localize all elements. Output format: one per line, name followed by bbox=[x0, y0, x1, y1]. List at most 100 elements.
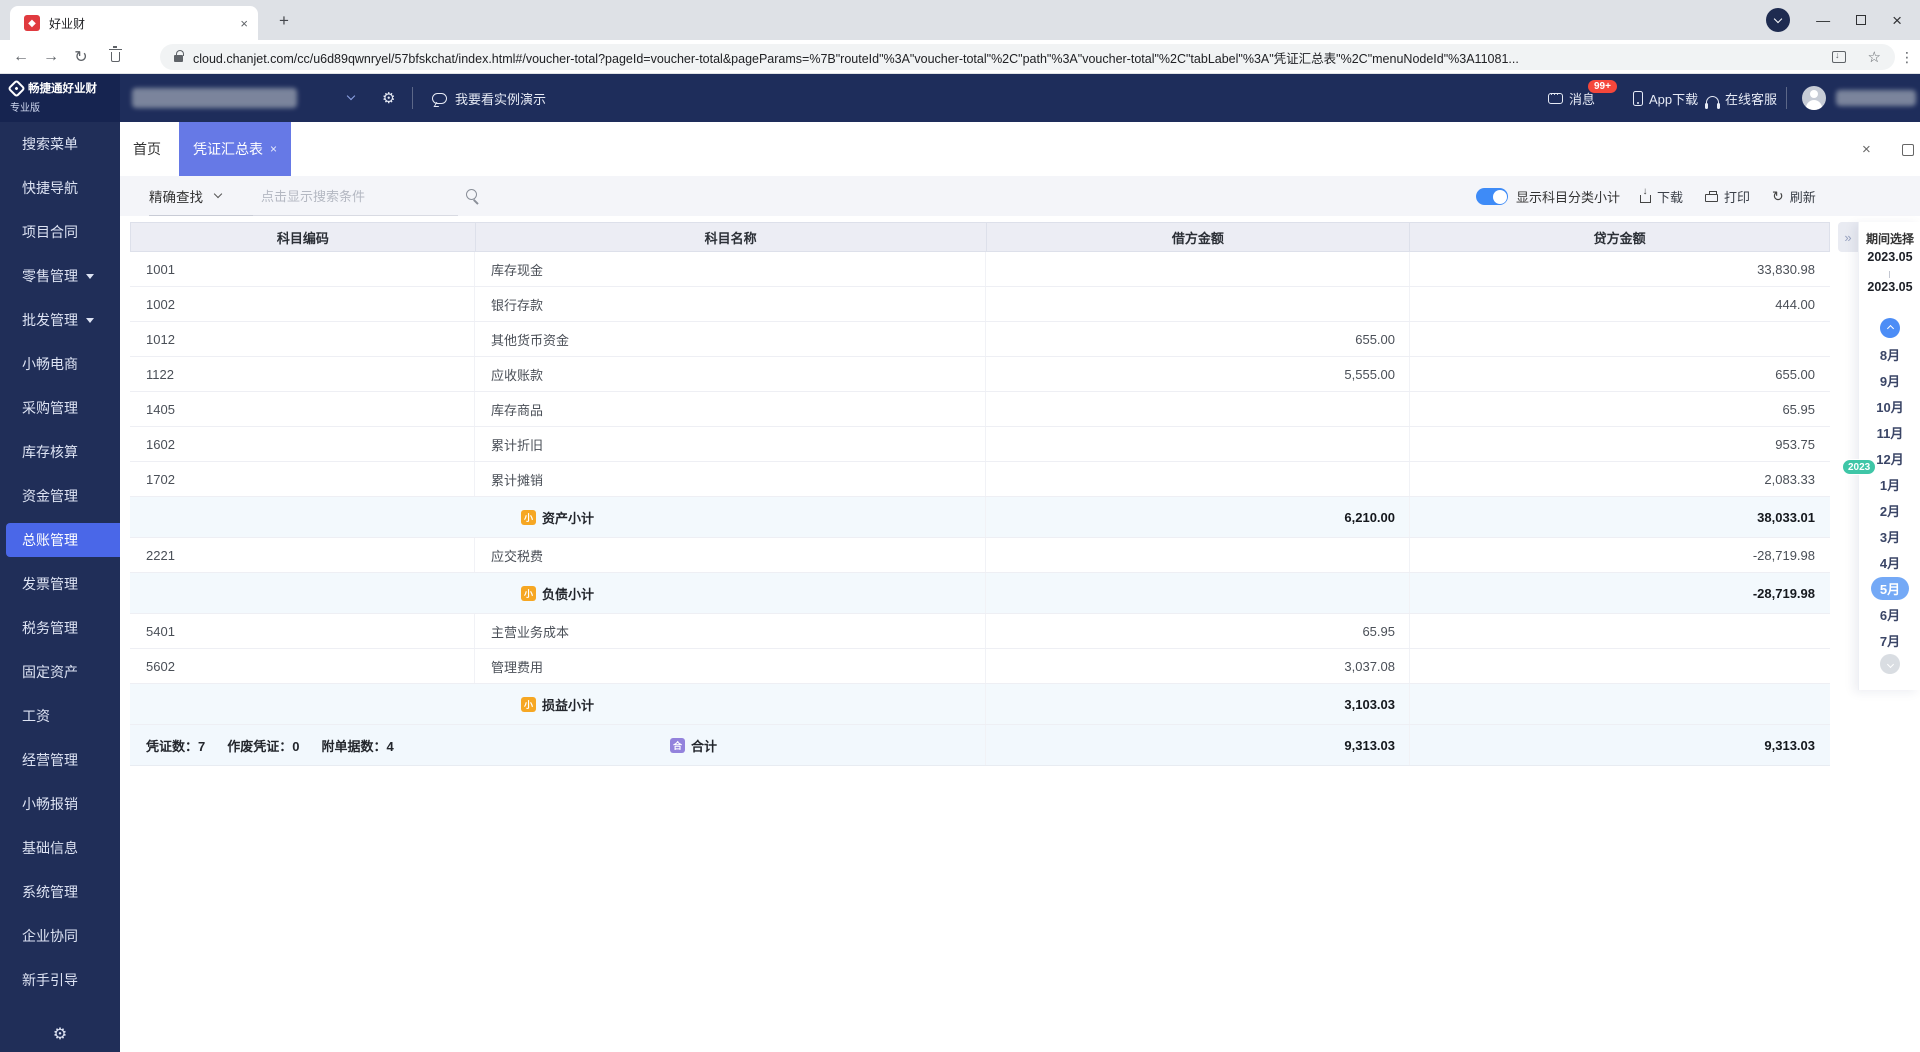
column-header: 科目名称 bbox=[476, 223, 987, 251]
url-bar[interactable]: cloud.chanjet.com/cc/u6d89qwnryel/57bfsk… bbox=[160, 44, 1895, 70]
site-favicon-icon: ◆ bbox=[24, 15, 40, 31]
sidebar-item-基础信息[interactable]: 基础信息 bbox=[0, 826, 120, 870]
settings-gear-icon[interactable]: ⚙ bbox=[382, 89, 395, 107]
sidebar-item-label: 新手引导 bbox=[22, 972, 78, 988]
forward-button[interactable]: → bbox=[38, 40, 64, 74]
amount-cell bbox=[986, 252, 1410, 286]
message-icon bbox=[1548, 89, 1563, 104]
url-text[interactable]: cloud.chanjet.com/cc/u6d89qwnryel/57bfsk… bbox=[193, 48, 1832, 67]
month-item-10月[interactable]: 10月 bbox=[1859, 393, 1920, 419]
new-tab-button[interactable]: + bbox=[272, 9, 296, 33]
user-name-redacted[interactable] bbox=[1836, 90, 1916, 106]
online-support-button[interactable]: 在线客服 bbox=[1705, 74, 1777, 122]
show-subtotal-toggle[interactable] bbox=[1476, 188, 1508, 205]
download-button[interactable]: 下载 bbox=[1640, 176, 1683, 216]
window-minimize-button[interactable]: — bbox=[1816, 13, 1830, 27]
month-label: 1月 bbox=[1879, 477, 1901, 493]
period-to[interactable]: 2023.05 bbox=[1859, 280, 1920, 294]
sidebar-item-经营管理[interactable]: 经营管理 bbox=[0, 738, 120, 782]
search-mode-dropdown[interactable]: 精确查找 bbox=[149, 176, 265, 216]
account-code-cell: 1002 bbox=[130, 287, 475, 321]
sidebar-item-总账管理[interactable]: 总账管理 bbox=[0, 518, 120, 562]
sidebar-item-固定资产[interactable]: 固定资产 bbox=[0, 650, 120, 694]
sidebar-item-项目合同[interactable]: 项目合同 bbox=[0, 210, 120, 254]
close-all-tabs-icon[interactable]: × bbox=[1862, 142, 1871, 157]
browser-profile-icon[interactable] bbox=[1766, 8, 1791, 32]
app-download-button[interactable]: App下载 bbox=[1633, 74, 1698, 122]
month-item-9月[interactable]: 9月 bbox=[1859, 367, 1920, 393]
sidebar-item-库存核算[interactable]: 库存核算 bbox=[0, 430, 120, 474]
browser-menu-icon[interactable]: ⋮ bbox=[1900, 40, 1914, 74]
install-app-icon[interactable] bbox=[1831, 50, 1846, 63]
reload-button[interactable]: ↻ bbox=[68, 40, 94, 74]
sidebar-item-工资[interactable]: 工资 bbox=[0, 694, 120, 738]
browser-tab[interactable]: ◆ 好业财 × bbox=[10, 6, 258, 40]
sidebar-item-小畅报销[interactable]: 小畅报销 bbox=[0, 782, 120, 826]
sidebar-item-资金管理[interactable]: 资金管理 bbox=[0, 474, 120, 518]
account-name-cell: 库存现金 bbox=[475, 252, 986, 286]
table-row: 2221 应交税费 -28,719.98 bbox=[130, 538, 1830, 573]
window-close-button[interactable]: × bbox=[1892, 12, 1902, 29]
scroll-up-button[interactable] bbox=[1880, 318, 1900, 338]
month-item-8月[interactable]: 8月 bbox=[1859, 341, 1920, 367]
month-label: 7月 bbox=[1879, 633, 1901, 649]
sidebar-item-税务管理[interactable]: 税务管理 bbox=[0, 606, 120, 650]
sidebar-gear-icon[interactable]: ⚙ bbox=[0, 1024, 120, 1044]
tab-close-icon[interactable]: × bbox=[270, 142, 277, 156]
amount-cell: 65.95 bbox=[1782, 401, 1815, 417]
demo-link[interactable]: 我要看实例演示 bbox=[432, 74, 546, 122]
amount-cell: -28,719.98 bbox=[1752, 547, 1815, 563]
table-footer-row: 凭证数：7 作废凭证：0 附单据数：4 合合计 9,313.03 9,313.03 bbox=[130, 725, 1830, 766]
refresh-button[interactable]: ↻ 刷新 bbox=[1772, 176, 1816, 216]
sidebar-item-小畅电商[interactable]: 小畅电商 bbox=[0, 342, 120, 386]
print-button[interactable]: 打印 bbox=[1705, 176, 1750, 216]
sidebar-item-零售管理[interactable]: 零售管理 bbox=[0, 254, 120, 298]
search-conditions-input[interactable]: 点击显示搜索条件 bbox=[253, 176, 458, 216]
search-icon[interactable] bbox=[466, 189, 477, 200]
sidebar-item-系统管理[interactable]: 系统管理 bbox=[0, 870, 120, 914]
sidebar-item-采购管理[interactable]: 采购管理 bbox=[0, 386, 120, 430]
trash-extension-icon[interactable] bbox=[102, 40, 128, 74]
amount-cell: 953.75 bbox=[1775, 436, 1815, 452]
tab-voucher-summary[interactable]: 凭证汇总表 × bbox=[179, 122, 291, 176]
sidebar-item-发票管理[interactable]: 发票管理 bbox=[0, 562, 120, 606]
subtotal-row: 小资产小计 6,210.00 38,033.01 bbox=[130, 497, 1830, 538]
window-maximize-button[interactable] bbox=[1856, 15, 1867, 25]
scroll-down-button[interactable] bbox=[1880, 654, 1900, 674]
period-range-divider bbox=[1889, 271, 1890, 278]
user-avatar[interactable] bbox=[1802, 86, 1826, 110]
bookmark-star-icon[interactable]: ☆ bbox=[1868, 48, 1881, 66]
amount-cell: 5,555.00 bbox=[986, 357, 1410, 391]
amount-cell: 444.00 bbox=[1775, 296, 1815, 312]
table-header-row: 科目编码 科目名称 借方金额 贷方金额 bbox=[130, 222, 1830, 252]
amount-cell bbox=[1410, 684, 1829, 724]
sidebar-item-搜索菜单[interactable]: 搜索菜单 bbox=[0, 122, 120, 166]
tab-close-icon[interactable]: × bbox=[240, 16, 248, 31]
sidebar-item-批发管理[interactable]: 批发管理 bbox=[0, 298, 120, 342]
month-item-6月[interactable]: 6月 bbox=[1859, 601, 1920, 627]
month-item-11月[interactable]: 11月 bbox=[1859, 419, 1920, 445]
tab-home[interactable]: 首页 bbox=[133, 122, 161, 176]
sidebar-item-企业协同[interactable]: 企业协同 bbox=[0, 914, 120, 958]
company-name-redacted[interactable] bbox=[132, 88, 297, 108]
back-button[interactable]: ← bbox=[8, 40, 34, 74]
sidebar-item-快捷导航[interactable]: 快捷导航 bbox=[0, 166, 120, 210]
month-item-4月[interactable]: 4月 bbox=[1859, 549, 1920, 575]
month-item-2月[interactable]: 2月 bbox=[1859, 497, 1920, 523]
app-header: 畅捷通好业财 专业版 ⚙ 我要看实例演示 消息 99+ App下载 在线客服 bbox=[0, 74, 1920, 122]
messages-button[interactable]: 消息 99+ bbox=[1548, 74, 1617, 122]
month-item-3月[interactable]: 3月 bbox=[1859, 523, 1920, 549]
sidebar-item-label: 快捷导航 bbox=[22, 180, 78, 196]
amount-cell: 9,313.03 bbox=[1764, 737, 1815, 753]
account-code-cell: 1001 bbox=[130, 252, 475, 286]
fullscreen-icon[interactable] bbox=[1902, 144, 1914, 156]
period-from[interactable]: 2023.05 bbox=[1859, 250, 1920, 264]
period-panel-collapse-button[interactable]: » bbox=[1838, 222, 1858, 252]
month-item-5月[interactable]: 5月 bbox=[1859, 575, 1920, 601]
month-item-7月[interactable]: 7月 bbox=[1859, 627, 1920, 653]
table-row: 1405 库存商品 65.95 bbox=[130, 392, 1830, 427]
sidebar-item-新手引导[interactable]: 新手引导 bbox=[0, 958, 120, 1002]
report-area: 科目编码 科目名称 借方金额 贷方金额 1001 库存现金 33,830.98 1002 银行… bbox=[120, 216, 1920, 1052]
company-switch-chevron-icon[interactable] bbox=[346, 91, 356, 101]
browser-tab-title: 好业财 bbox=[49, 16, 86, 31]
